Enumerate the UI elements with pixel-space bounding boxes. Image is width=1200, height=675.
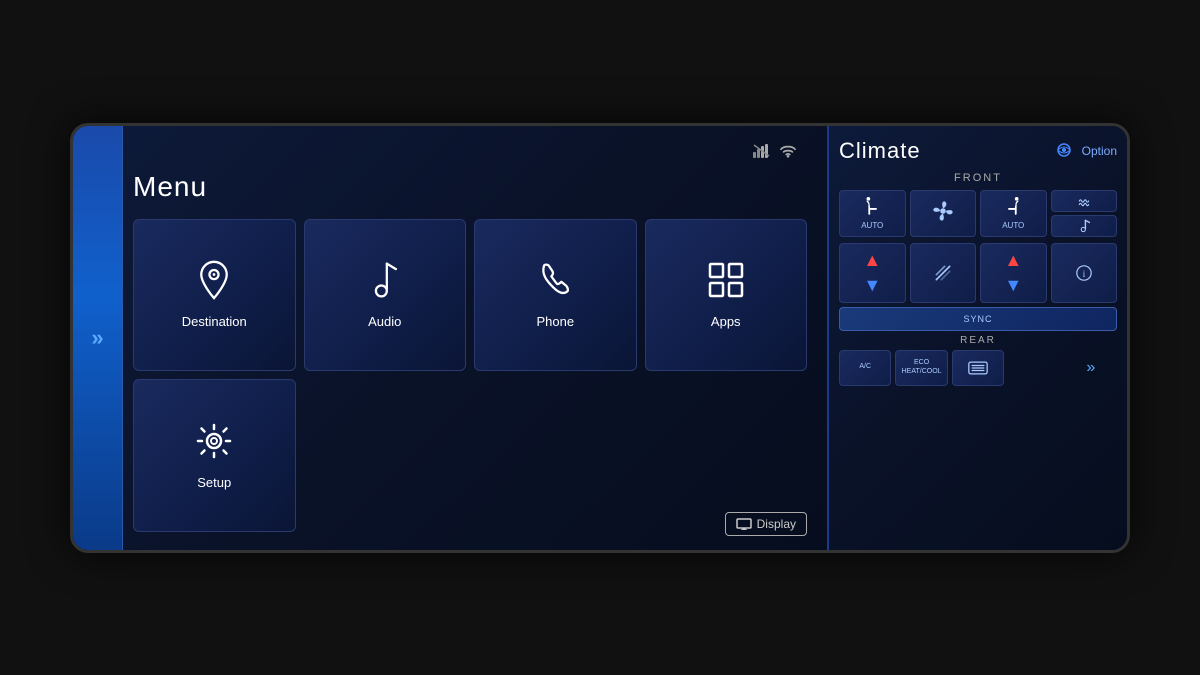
climate-header: Climate Option: [839, 138, 1117, 164]
climate-option-button[interactable]: Option: [1082, 144, 1117, 158]
setup-icon: [194, 421, 234, 467]
temp-right-up-button[interactable]: ▲: [1004, 250, 1022, 271]
apps-button[interactable]: Apps: [645, 219, 808, 372]
menu-panel: » Menu: [73, 126, 827, 550]
audio-label: Audio: [368, 314, 401, 329]
empty-cell-1: [304, 379, 467, 532]
car-infotainment-screen: » Menu: [70, 123, 1130, 553]
status-bar: [133, 144, 807, 161]
audio-icon: [365, 260, 405, 306]
front-label: FRONT: [839, 172, 1117, 184]
climate-chevron-button[interactable]: »: [1065, 359, 1117, 377]
defroster-icon: [968, 361, 988, 375]
menu-grid: Destination Audio: [133, 219, 807, 532]
temp-controls-row: ▲ ▼ ▲ ▼ i: [839, 243, 1117, 303]
info-button[interactable]: i: [1051, 243, 1118, 303]
ac-label: A/C: [859, 363, 871, 371]
temp-right-control: ▲ ▼: [980, 243, 1047, 303]
empty-cell-3: [645, 379, 808, 532]
ac-button[interactable]: A/C: [839, 350, 891, 386]
right-icon-column: [1051, 190, 1118, 237]
destination-label: Destination: [182, 314, 247, 329]
display-button[interactable]: Display: [725, 512, 807, 536]
phone-button[interactable]: Phone: [474, 219, 637, 372]
display-icon: [736, 518, 752, 530]
music-icon-btn[interactable]: [1051, 215, 1118, 237]
temp-left-down-button[interactable]: ▼: [863, 275, 881, 296]
nano-logo: [1054, 143, 1074, 159]
fan-speed-button[interactable]: [910, 243, 977, 303]
bottom-climate-row: A/C ECO HEAT/COOL »: [839, 350, 1117, 386]
auto-left-label: AUTO: [861, 221, 883, 230]
audio-button[interactable]: Audio: [304, 219, 467, 372]
auto-right-label: AUTO: [1002, 221, 1024, 230]
phone-label: Phone: [536, 314, 574, 329]
temp-left-control: ▲ ▼: [839, 243, 906, 303]
eco-heat-cool-button[interactable]: ECO HEAT/COOL: [895, 350, 947, 386]
fan-icon: [932, 200, 954, 227]
music-side-icon: [1078, 219, 1090, 233]
fan-speed-icon: [933, 263, 953, 283]
apps-icon: [706, 260, 746, 306]
auto-seat-left-button[interactable]: AUTO: [839, 190, 906, 237]
sync-button[interactable]: SYNC: [839, 307, 1117, 331]
rear-label: REAR: [839, 335, 1117, 346]
svg-text:i: i: [1082, 269, 1085, 280]
signal-icon: [753, 144, 771, 161]
display-label: Display: [757, 517, 796, 531]
wifi-icon: [779, 144, 797, 161]
back-chevron-icon[interactable]: »: [91, 325, 103, 351]
seat-left-icon: [861, 197, 883, 219]
climate-panel: Climate Option FRONT: [827, 126, 1127, 550]
temp-right-down-button[interactable]: ▼: [1004, 275, 1022, 296]
eco-label: ECO HEAT/COOL: [902, 359, 942, 376]
destination-icon: [194, 260, 234, 306]
info-icon: i: [1076, 265, 1092, 281]
rear-defroster-button[interactable]: [952, 350, 1004, 386]
menu-title: Menu: [133, 171, 807, 203]
apps-label: Apps: [711, 314, 741, 329]
wavy-icon: [1077, 194, 1091, 208]
phone-icon: [535, 260, 575, 306]
left-accent-strip: »: [73, 126, 123, 550]
destination-button[interactable]: Destination: [133, 219, 296, 372]
empty-cell-2: [474, 379, 637, 532]
seat-right-icon: [1002, 197, 1024, 219]
setup-button[interactable]: Setup: [133, 379, 296, 532]
temp-left-up-button[interactable]: ▲: [863, 250, 881, 271]
heated-seat-icon-btn[interactable]: [1051, 190, 1118, 212]
climate-title: Climate: [839, 138, 921, 164]
setup-label: Setup: [197, 475, 231, 490]
auto-seat-right-button[interactable]: AUTO: [980, 190, 1047, 237]
fan-button[interactable]: [910, 190, 977, 237]
front-controls-grid: AUTO: [839, 190, 1117, 237]
climate-header-right: Option: [1054, 143, 1117, 159]
